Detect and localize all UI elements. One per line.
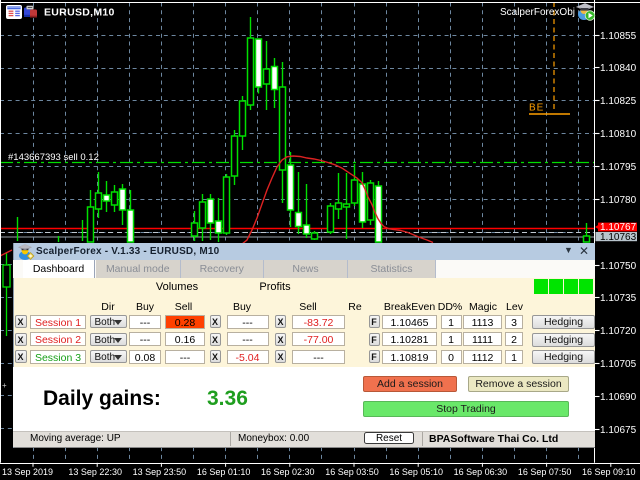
svg-text:BE: BE — [529, 103, 544, 114]
svg-text:1.10763: 1.10763 — [600, 232, 637, 243]
svg-text:13 Sep 2019: 13 Sep 2019 — [2, 467, 53, 477]
svg-text:1.10810: 1.10810 — [600, 129, 637, 140]
svg-text:13 Sep 23:50: 13 Sep 23:50 — [133, 467, 187, 477]
svg-text:1.10780: 1.10780 — [600, 195, 637, 206]
svg-text:16 Sep 07:50: 16 Sep 07:50 — [518, 467, 572, 477]
svg-text:1.10675: 1.10675 — [600, 425, 637, 436]
svg-text:16 Sep 06:30: 16 Sep 06:30 — [454, 467, 508, 477]
svg-text:#143667393 sell 0.12: #143667393 sell 0.12 — [8, 152, 99, 163]
svg-text:1.10690: 1.10690 — [600, 392, 637, 403]
svg-text:+: + — [2, 381, 7, 390]
svg-text:16 Sep 05:10: 16 Sep 05:10 — [389, 467, 443, 477]
svg-text:16 Sep 02:30: 16 Sep 02:30 — [261, 467, 315, 477]
svg-text:1.10795: 1.10795 — [600, 162, 637, 173]
svg-text:16 Sep 01:10: 16 Sep 01:10 — [197, 467, 251, 477]
svg-text:1.10735: 1.10735 — [600, 293, 637, 304]
svg-text:1.10840: 1.10840 — [600, 63, 637, 74]
svg-text:1.10750: 1.10750 — [600, 261, 637, 272]
svg-text:16 Sep 09:10: 16 Sep 09:10 — [582, 467, 636, 477]
svg-text:13 Sep 22:30: 13 Sep 22:30 — [68, 467, 122, 477]
svg-text:1.10855: 1.10855 — [600, 31, 637, 42]
svg-text:ScalperForexObj: ScalperForexObj — [500, 7, 575, 18]
svg-text:1.10705: 1.10705 — [600, 359, 637, 370]
svg-text:1.10825: 1.10825 — [600, 96, 637, 107]
svg-text:EURUSD,M10: EURUSD,M10 — [44, 7, 115, 19]
svg-text:16 Sep 03:50: 16 Sep 03:50 — [325, 467, 379, 477]
svg-text:1.10720: 1.10720 — [600, 326, 637, 337]
